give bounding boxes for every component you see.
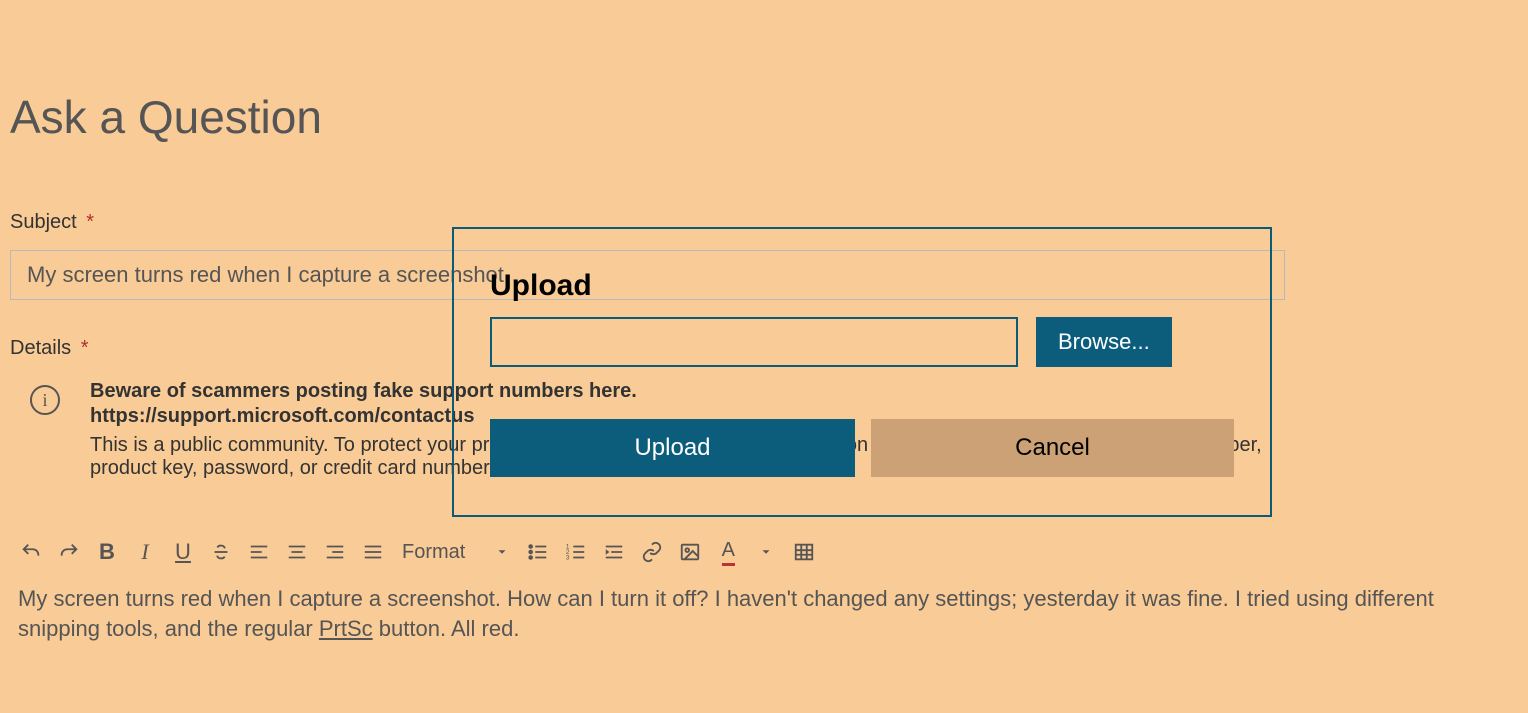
upload-modal-title: Upload: [490, 269, 1234, 303]
browse-button[interactable]: Browse...: [1036, 317, 1172, 367]
file-path-input[interactable]: [490, 317, 1018, 367]
upload-modal: Upload Browse... Upload Cancel: [452, 227, 1272, 517]
upload-button[interactable]: Upload: [490, 419, 855, 477]
cancel-button[interactable]: Cancel: [871, 419, 1234, 477]
